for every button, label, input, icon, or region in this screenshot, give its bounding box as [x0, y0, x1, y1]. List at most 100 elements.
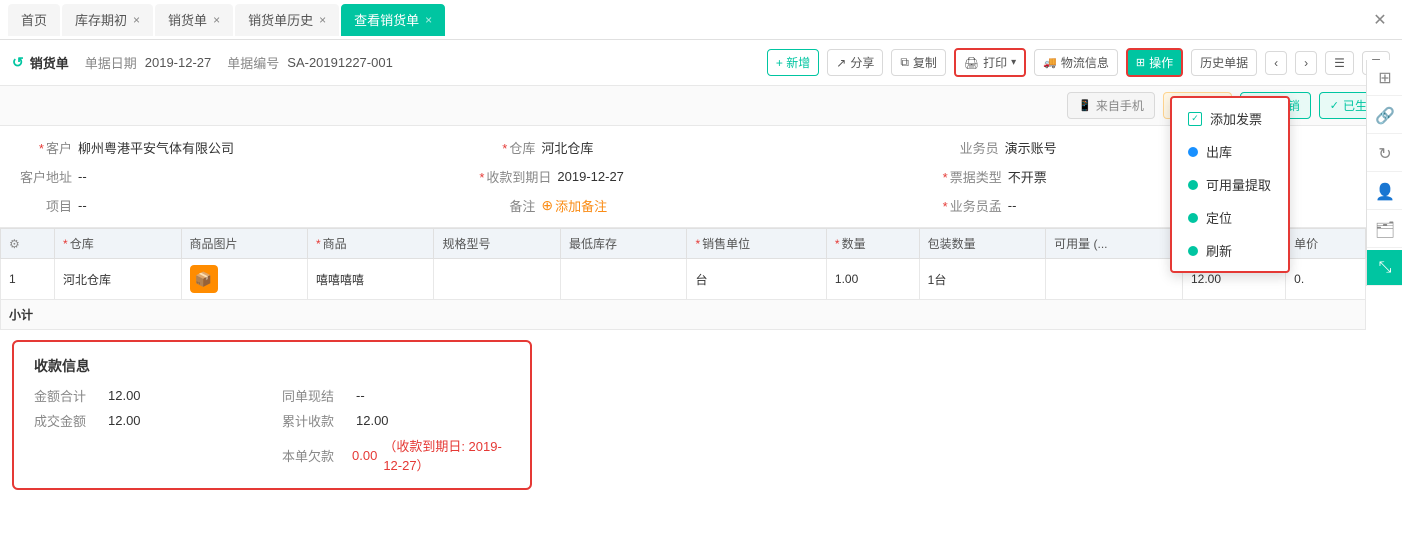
- cumulative-value: 12.00: [356, 413, 389, 428]
- tab-sales-history-close[interactable]: ×: [319, 13, 326, 27]
- total-row: 金额合计 12.00: [34, 386, 262, 405]
- locate-icon: [1188, 213, 1198, 223]
- address-field: 客户地址 --: [16, 167, 459, 186]
- sidebar-refresh-icon[interactable]: ↻: [1367, 136, 1402, 172]
- history-button[interactable]: 历史单据: [1191, 49, 1257, 76]
- toolbar: + 新增 ↗ 分享 ⧉ 复制 🖨 打印 ▾ 🚚 物流信息 ⊞ 操作: [767, 48, 1390, 77]
- doc-type-label: 销货单: [30, 53, 69, 72]
- dropdown-outbound[interactable]: 出库: [1172, 135, 1288, 168]
- cumulative-label: 累计收款: [282, 411, 346, 430]
- transaction-label: 成交金额: [34, 411, 98, 430]
- data-table: ⚙ 仓库 商品图片 商品 规格型号 最低库存 销售单位 数量 包装数量 可用量 …: [0, 228, 1366, 330]
- sidebar-grid-icon[interactable]: ⊞: [1367, 60, 1402, 96]
- tab-view-sales-close[interactable]: ×: [425, 13, 432, 27]
- address-value: --: [78, 169, 459, 184]
- logistics-button[interactable]: 🚚 物流信息: [1034, 49, 1118, 76]
- col-warehouse: 仓库: [55, 229, 181, 259]
- row-min-stock: [560, 259, 686, 300]
- row-qty: 1.00: [826, 259, 919, 300]
- payment-box: 收款信息 金额合计 12.00 同单现结 -- 成交金额 12.00 累计收款 …: [12, 340, 532, 490]
- due-date-value: 2019-12-27: [557, 169, 922, 184]
- due-date-label: 收款到期日: [479, 167, 551, 186]
- window-close-button[interactable]: ✕: [1366, 6, 1394, 34]
- ticket-type-field: 票据类型 不开票: [943, 167, 1386, 186]
- no-value: SA-20191227-001: [287, 55, 393, 70]
- col-spec: 规格型号: [434, 229, 560, 259]
- project-value: --: [78, 198, 459, 213]
- sidebar-user-icon[interactable]: 👤: [1367, 174, 1402, 210]
- print-button[interactable]: 🖨 打印 ▾: [954, 48, 1026, 77]
- transaction-value: 12.00: [108, 413, 141, 428]
- warehouse-label: 仓库: [479, 138, 535, 157]
- col-unit-price: 单价: [1286, 229, 1366, 259]
- doc-no-meta: 单据编号 SA-20191227-001: [227, 53, 393, 72]
- col-gear: ⚙: [1, 229, 55, 259]
- cumulative-row: 累计收款 12.00: [282, 411, 510, 430]
- nav-next-button[interactable]: ›: [1295, 51, 1317, 75]
- total-value: 12.00: [108, 388, 141, 403]
- row-product: 嘻嘻嘻嘻: [307, 259, 433, 300]
- share-button[interactable]: ↗ 分享: [827, 49, 883, 76]
- sidebar-archive-icon[interactable]: 🗂: [1367, 212, 1402, 248]
- project-label: 项目: [16, 196, 72, 215]
- doc-type-icon: ↺: [12, 54, 24, 71]
- tab-sales[interactable]: 销货单 ×: [155, 4, 233, 36]
- staff2-label: 业务员孟: [943, 196, 1002, 215]
- tab-bar: 首页 库存期初 × 销货单 × 销货单历史 × 查看销货单 × ✕: [0, 0, 1402, 40]
- no-label: 单据编号: [227, 53, 279, 72]
- row-unit: 台: [687, 259, 826, 300]
- operation-dropdown: ✓ 添加发票 出库 可用量提取 定位 刷新: [1170, 96, 1290, 273]
- row-warehouse: 河北仓库: [55, 259, 181, 300]
- col-unit: 销售单位: [687, 229, 826, 259]
- owed-label: 本单欠款: [282, 446, 346, 465]
- tab-sales-history[interactable]: 销货单历史 ×: [235, 4, 339, 36]
- row-image: 📦: [181, 259, 307, 300]
- staff-label: 业务员: [943, 138, 999, 157]
- outbound-icon: [1188, 147, 1198, 157]
- add-invoice-icon: ✓: [1188, 112, 1202, 126]
- nav-prev-button[interactable]: ‹: [1265, 51, 1287, 75]
- subtotal-label: 小计: [1, 300, 1366, 330]
- col-available: 可用量 (...: [1046, 229, 1183, 259]
- tab-sales-close[interactable]: ×: [213, 13, 220, 27]
- warehouse-field: 仓库 河北仓库: [479, 138, 922, 157]
- tab-view-sales[interactable]: 查看销货单 ×: [341, 4, 445, 36]
- add-note-button[interactable]: ⊕ 添加备注: [541, 196, 607, 215]
- doc-date-meta: 单据日期 2019-12-27: [85, 53, 212, 72]
- same-order-value: --: [356, 388, 365, 403]
- dropdown-refresh[interactable]: 刷新: [1172, 234, 1288, 267]
- view-list-button[interactable]: ☰: [1325, 51, 1354, 75]
- tab-inventory-close[interactable]: ×: [133, 13, 140, 27]
- tab-inventory[interactable]: 库存期初 ×: [62, 4, 153, 36]
- doc-header: ↺ 销货单 单据日期 2019-12-27 单据编号 SA-20191227-0…: [0, 40, 1402, 86]
- payment-title: 收款信息: [34, 356, 510, 376]
- remark-label: 备注: [479, 196, 535, 215]
- doc-title: ↺ 销货单: [12, 53, 69, 72]
- same-order-label: 同单现结: [282, 386, 346, 405]
- dropdown-available-qty[interactable]: 可用量提取: [1172, 168, 1288, 201]
- project-field: 项目 --: [16, 196, 459, 215]
- dropdown-add-invoice[interactable]: ✓ 添加发票: [1172, 102, 1288, 135]
- customer-field: 客户 柳州粤港平安气体有限公司: [16, 138, 459, 157]
- copy-button[interactable]: ⧉ 复制: [891, 49, 946, 76]
- sidebar-expand-icon[interactable]: ⤡: [1367, 250, 1402, 286]
- gear-icon[interactable]: ⚙: [9, 237, 20, 251]
- address-label: 客户地址: [16, 167, 72, 186]
- date-label: 单据日期: [85, 53, 137, 72]
- sidebar-link-icon[interactable]: 🔗: [1367, 98, 1402, 134]
- customer-label: 客户: [16, 138, 72, 157]
- payment-grid: 金额合计 12.00 同单现结 -- 成交金额 12.00 累计收款 12.00…: [34, 386, 510, 474]
- tab-home[interactable]: 首页: [8, 4, 60, 36]
- dropdown-locate[interactable]: 定位: [1172, 201, 1288, 234]
- new-button[interactable]: + 新增: [767, 49, 819, 76]
- row-pack-qty: 1台: [919, 259, 1045, 300]
- row-index: 1: [1, 259, 55, 300]
- row-unit-price: 0.: [1286, 259, 1366, 300]
- status-from-phone: 📱 来自手机: [1067, 92, 1155, 119]
- warehouse-value: 河北仓库: [541, 138, 922, 157]
- operation-button[interactable]: ⊞ 操作: [1126, 48, 1183, 77]
- remark-field: 备注 ⊕ 添加备注: [479, 196, 922, 215]
- row-available: [1046, 259, 1183, 300]
- owed-note: （收款到期日: 2019-12-27）: [383, 436, 510, 474]
- available-qty-icon: [1188, 180, 1198, 190]
